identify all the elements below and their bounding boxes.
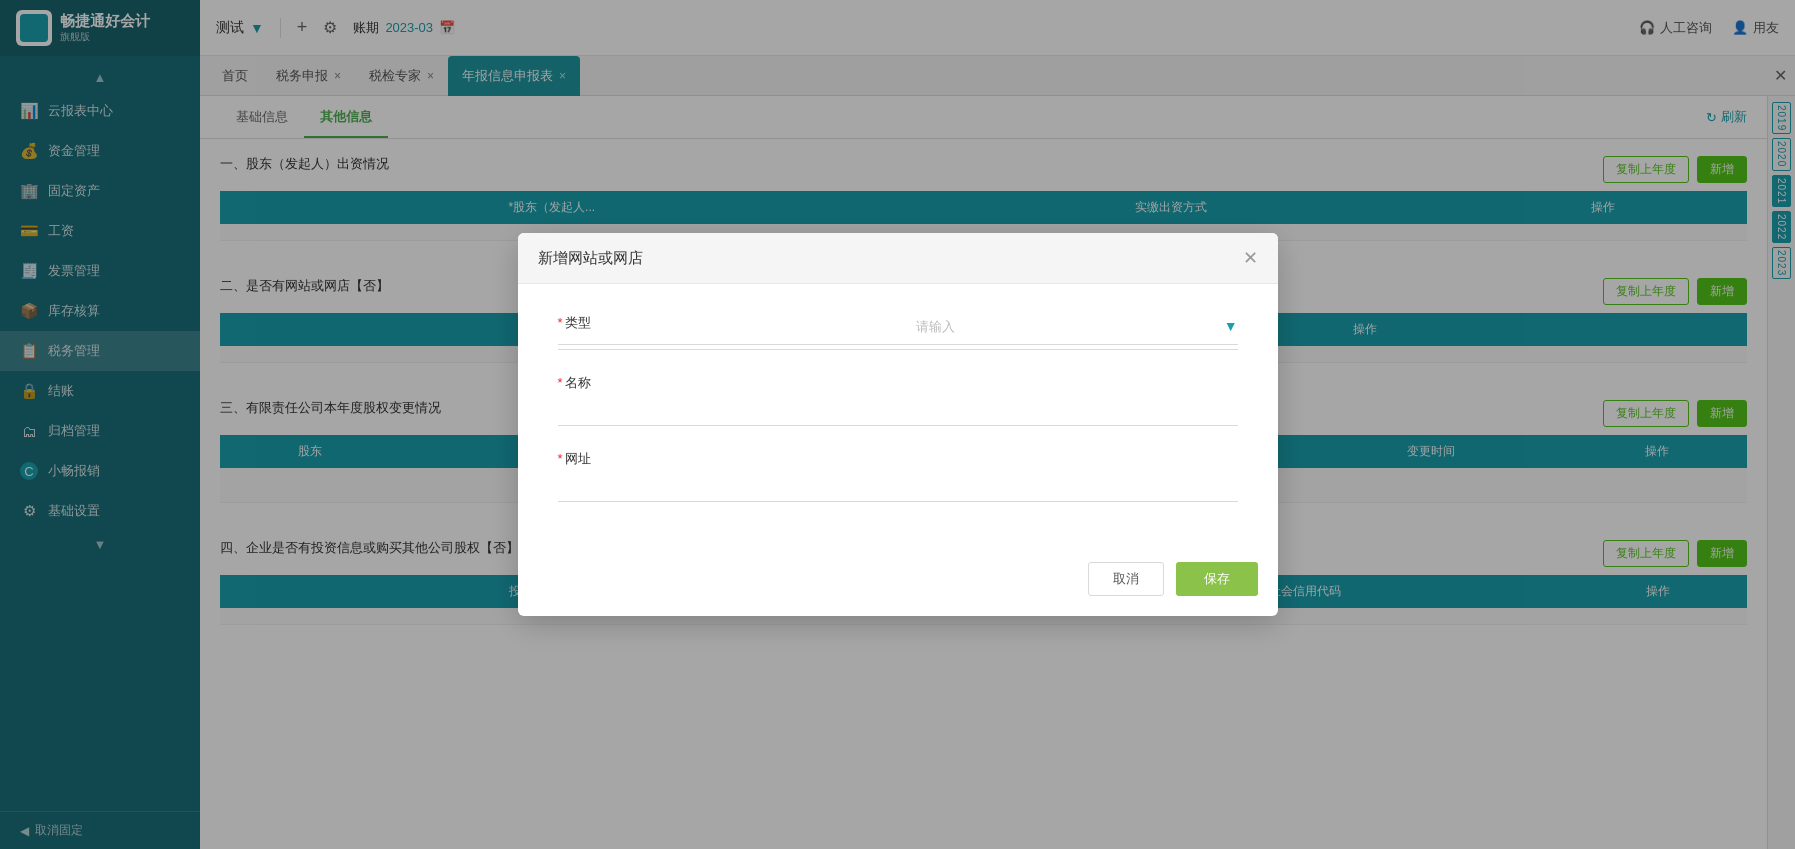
name-required-star: * [558,375,563,390]
form-field-name: *名称 [558,374,1238,426]
cancel-button[interactable]: 取消 [1088,562,1164,596]
modal-header: 新增网站或网店 ✕ [518,233,1278,284]
name-label-row: *名称 [558,374,1238,398]
type-input[interactable] [916,319,1224,334]
type-dropdown-icon[interactable]: ▼ [1224,318,1238,334]
url-label-row: *网址 [558,450,1238,474]
name-field-underline [558,406,1238,426]
type-label: *类型 [558,314,591,332]
url-required-star: * [558,451,563,466]
modal-body: *类型 ▼ *名称 [518,284,1278,546]
modal-title: 新增网站或网店 [538,249,643,268]
url-label: *网址 [558,450,591,468]
type-required-star: * [558,315,563,330]
modal: 新增网站或网店 ✕ *类型 ▼ *名称 [518,233,1278,616]
name-label: *名称 [558,374,591,392]
form-field-url: *网址 [558,450,1238,502]
modal-close-button[interactable]: ✕ [1243,247,1258,269]
save-button[interactable]: 保存 [1176,562,1258,596]
type-field-underline [558,349,1238,350]
modal-footer: 取消 保存 [518,546,1278,616]
url-field-underline [558,482,1238,502]
modal-overlay[interactable]: 新增网站或网店 ✕ *类型 ▼ *名称 [0,0,1795,849]
name-input[interactable] [558,406,1238,425]
url-input[interactable] [558,482,1238,501]
type-input-wrap: *类型 ▼ [558,314,1238,345]
form-field-type: *类型 ▼ [558,314,1238,350]
